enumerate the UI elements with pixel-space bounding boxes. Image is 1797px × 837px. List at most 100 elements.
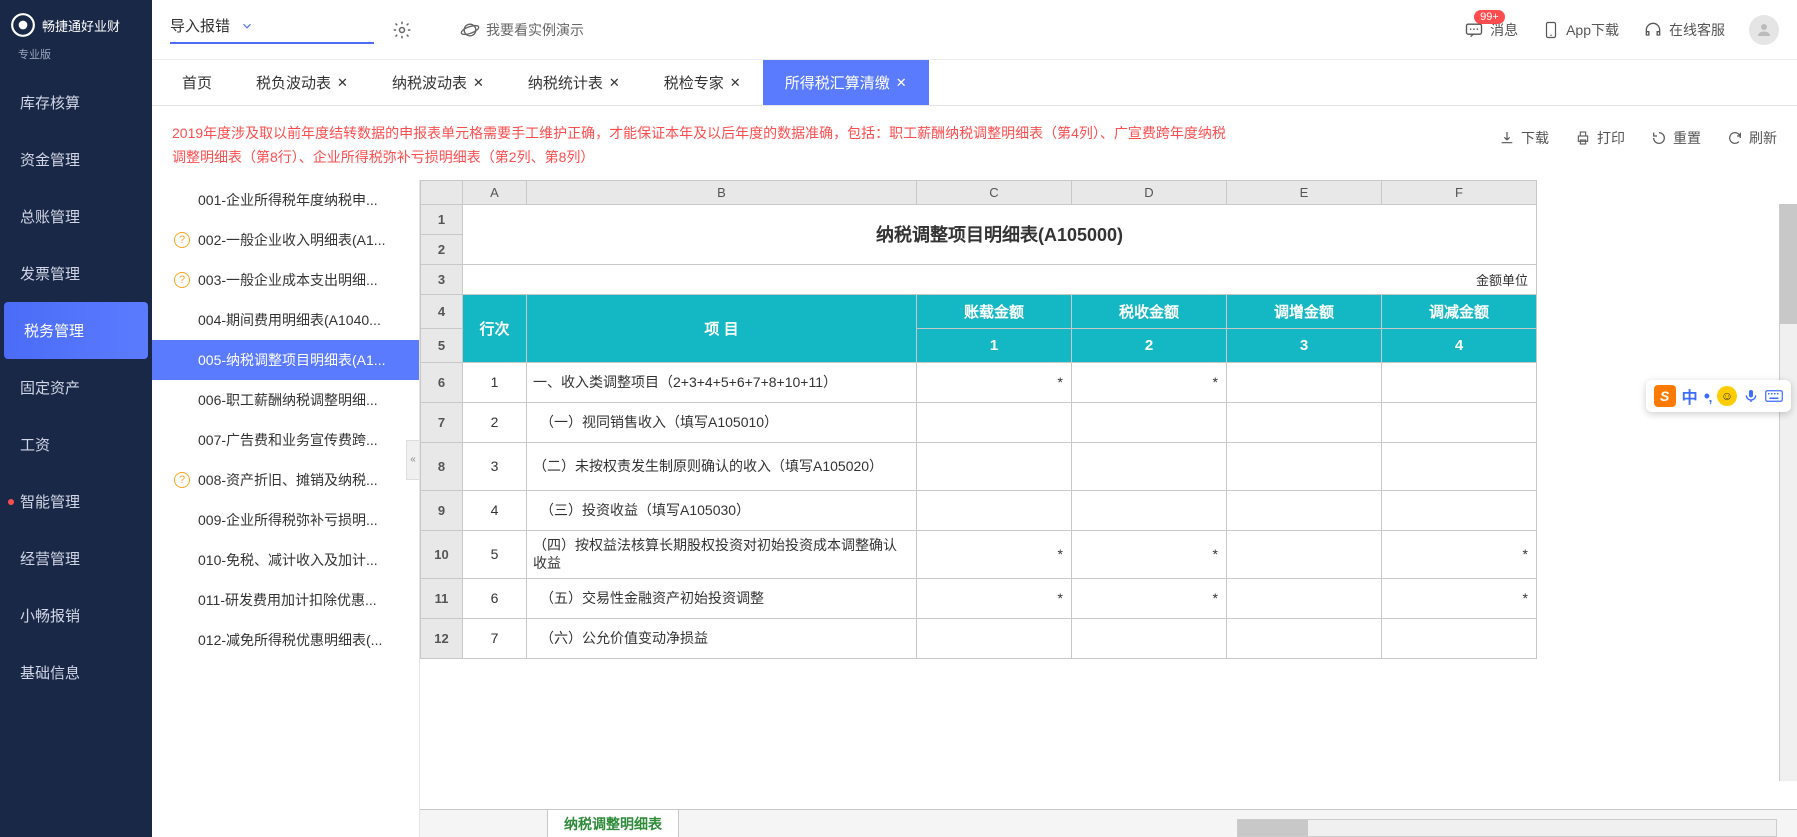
cell-rownum[interactable]: 4 — [463, 490, 527, 530]
settings-button[interactable] — [392, 20, 412, 40]
sidebar-item[interactable]: 资金管理 — [0, 131, 152, 188]
sidebar-item[interactable]: 经营管理 — [0, 530, 152, 587]
header-tax-amount[interactable]: 税收金额 — [1072, 294, 1227, 328]
close-icon[interactable]: ✕ — [730, 75, 741, 91]
row-header[interactable]: 8 — [421, 442, 463, 490]
page-tab[interactable]: 税负波动表✕ — [234, 60, 370, 105]
close-icon[interactable]: ✕ — [609, 75, 620, 91]
form-list-item[interactable]: 005-纳税调整项目明细表(A1... — [152, 340, 419, 380]
ime-mode-label[interactable]: 中 — [1682, 384, 1698, 408]
unit-cell[interactable]: 金额单位 — [463, 264, 1537, 294]
cell-rownum[interactable]: 2 — [463, 402, 527, 442]
form-list-item[interactable]: 011-研发费用加计扣除优惠... — [152, 580, 419, 620]
row-header-2[interactable]: 2 — [421, 234, 463, 264]
col-header-F[interactable]: F — [1382, 180, 1537, 204]
cell-value[interactable]: * — [1382, 530, 1537, 578]
cell-value[interactable] — [1227, 530, 1382, 578]
cell-value[interactable] — [1382, 362, 1537, 402]
col-header-E[interactable]: E — [1227, 180, 1382, 204]
cell-rownum[interactable]: 7 — [463, 618, 527, 658]
sidebar-item[interactable]: 库存核算 — [0, 74, 152, 131]
form-list-item[interactable]: 006-职工薪酬纳税调整明细... — [152, 380, 419, 420]
subheader-1[interactable]: 1 — [917, 328, 1072, 362]
page-tab[interactable]: 纳税波动表✕ — [370, 60, 506, 105]
row-header[interactable]: 7 — [421, 402, 463, 442]
sheet-grid[interactable]: A B C D E F 1 纳税调整项目明细表(A105000) 2 — [420, 180, 1797, 809]
subheader-2[interactable]: 2 — [1072, 328, 1227, 362]
cell-value[interactable]: * — [917, 578, 1072, 618]
form-list-item[interactable]: ?002-一般企业收入明细表(A1... — [152, 220, 419, 260]
download-button[interactable]: 下载 — [1499, 128, 1549, 148]
sidebar-item[interactable]: 小畅报销 — [0, 587, 152, 644]
cell-value[interactable] — [1072, 442, 1227, 490]
col-header-A[interactable]: A — [463, 180, 527, 204]
cell-value[interactable] — [1227, 578, 1382, 618]
ime-toolbar[interactable]: S 中 •, ☺ — [1646, 380, 1791, 412]
cell-value[interactable] — [1382, 442, 1537, 490]
header-book-amount[interactable]: 账载金额 — [917, 294, 1072, 328]
row-header[interactable]: 6 — [421, 362, 463, 402]
cell-value[interactable] — [1072, 490, 1227, 530]
form-list-item[interactable]: ?003-一般企业成本支出明细... — [152, 260, 419, 300]
header-item[interactable]: 项 目 — [527, 294, 917, 362]
cell-value[interactable] — [1072, 618, 1227, 658]
cell-value[interactable] — [1227, 442, 1382, 490]
cell-value[interactable] — [1227, 490, 1382, 530]
user-avatar[interactable] — [1749, 15, 1779, 45]
sidebar-item[interactable]: 智能管理 — [0, 473, 152, 530]
cell-value[interactable] — [917, 402, 1072, 442]
help-icon[interactable]: ? — [174, 232, 190, 248]
form-list-item[interactable]: 004-期间费用明细表(A1040... — [152, 300, 419, 340]
col-header-D[interactable]: D — [1072, 180, 1227, 204]
cell-value[interactable]: * — [1382, 578, 1537, 618]
cell-value[interactable] — [917, 618, 1072, 658]
form-list-item[interactable]: 012-减免所得税优惠明细表(... — [152, 620, 419, 660]
vertical-scrollbar[interactable] — [1779, 204, 1797, 781]
cell-rownum[interactable]: 1 — [463, 362, 527, 402]
header-increase[interactable]: 调增金额 — [1227, 294, 1382, 328]
subheader-4[interactable]: 4 — [1382, 328, 1537, 362]
print-button[interactable]: 打印 — [1575, 128, 1625, 148]
col-header-B[interactable]: B — [527, 180, 917, 204]
cell-value[interactable] — [1227, 362, 1382, 402]
scrollbar-thumb[interactable] — [1780, 204, 1797, 324]
cell-item[interactable]: （四）按权益法核算长期股权投资对初始投资成本调整确认收益 — [527, 530, 917, 578]
row-header[interactable]: 11 — [421, 578, 463, 618]
app-download-button[interactable]: App下载 — [1542, 20, 1619, 40]
col-header-C[interactable]: C — [917, 180, 1072, 204]
row-header-5[interactable]: 5 — [421, 328, 463, 362]
cell-value[interactable] — [1382, 402, 1537, 442]
ime-keyboard-icon[interactable] — [1765, 389, 1783, 403]
help-icon[interactable]: ? — [174, 472, 190, 488]
scrollbar-thumb[interactable] — [1238, 820, 1308, 836]
refresh-button[interactable]: 刷新 — [1727, 128, 1777, 148]
cell-value[interactable] — [917, 442, 1072, 490]
collapse-handle[interactable]: « — [406, 440, 420, 480]
grid-corner[interactable] — [421, 180, 463, 204]
row-header[interactable]: 9 — [421, 490, 463, 530]
sidebar-item[interactable]: 固定资产 — [0, 359, 152, 416]
row-header-4[interactable]: 4 — [421, 294, 463, 328]
cell-value[interactable] — [1382, 618, 1537, 658]
page-tab[interactable]: 纳税统计表✕ — [506, 60, 642, 105]
form-list-item[interactable]: 001-企业所得税年度纳税申... — [152, 180, 419, 220]
cell-item[interactable]: （五）交易性金融资产初始投资调整 — [527, 578, 917, 618]
messages-button[interactable]: 99+ 消息 — [1464, 20, 1518, 40]
cell-value[interactable]: * — [917, 362, 1072, 402]
reset-button[interactable]: 重置 — [1651, 128, 1701, 148]
ime-emoji-icon[interactable]: ☺ — [1717, 386, 1737, 406]
cell-value[interactable] — [917, 490, 1072, 530]
sidebar-item[interactable]: 税务管理 — [4, 302, 148, 359]
close-icon[interactable]: ✕ — [337, 75, 348, 91]
sidebar-item[interactable]: 工资 — [0, 416, 152, 473]
cell-item[interactable]: （三）投资收益（填写A105030） — [527, 490, 917, 530]
sheet-tab[interactable]: 纳税调整明细表 — [548, 810, 679, 837]
cell-value[interactable] — [1072, 402, 1227, 442]
cell-value[interactable] — [1227, 402, 1382, 442]
sidebar-item[interactable]: 总账管理 — [0, 188, 152, 245]
close-icon[interactable]: ✕ — [896, 75, 907, 91]
online-service-button[interactable]: 在线客服 — [1643, 20, 1725, 40]
form-list-item[interactable]: ?008-资产折旧、摊销及纳税... — [152, 460, 419, 500]
page-tab[interactable]: 首页 — [160, 60, 234, 105]
help-icon[interactable]: ? — [174, 272, 190, 288]
